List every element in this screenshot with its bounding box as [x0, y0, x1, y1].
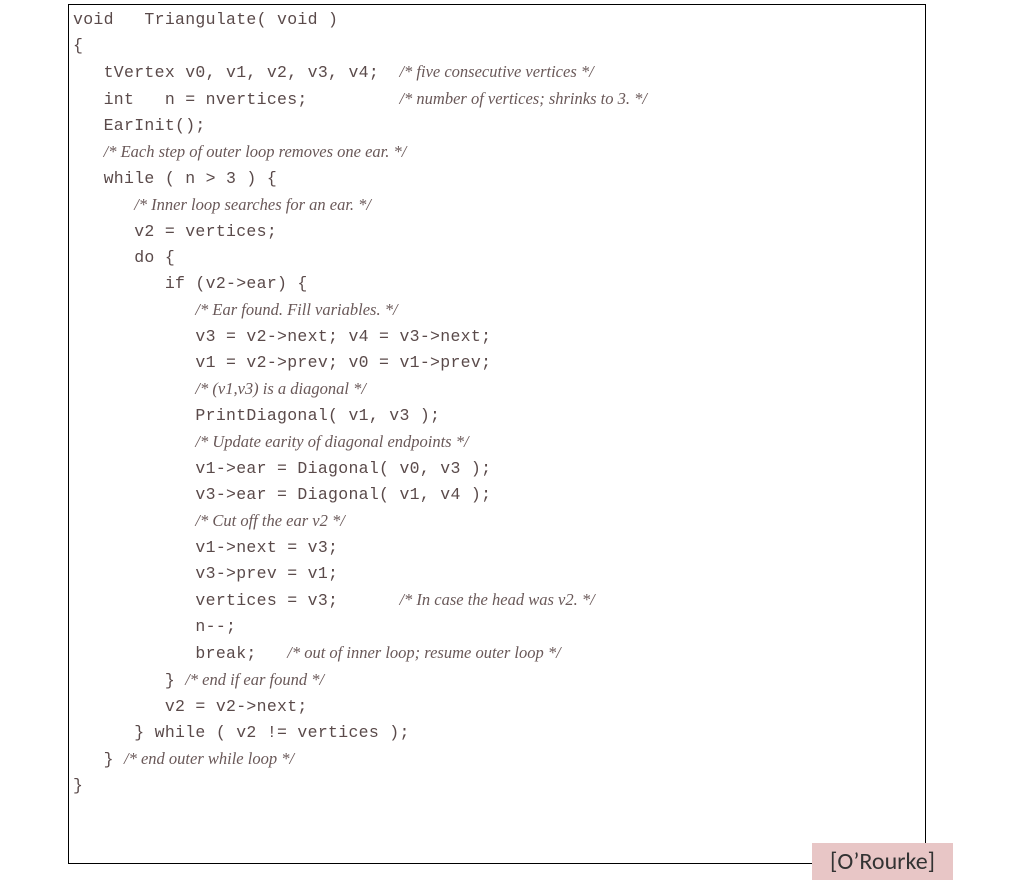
code-comment: /* Inner loop searches for an ear. */ — [134, 195, 371, 214]
code-line: if (v2->ear) { — [73, 271, 921, 297]
code-line: } /* end if ear found */ — [73, 667, 921, 694]
code-comment: /* out of inner loop; resume outer loop … — [287, 643, 560, 662]
code-comment: /* (v1,v3) is a diagonal */ — [195, 379, 365, 398]
code-line: vertices = v3; /* In case the head was v… — [73, 587, 921, 614]
code-text: EarInit(); — [73, 116, 206, 135]
code-text: void Triangulate( void ) — [73, 10, 338, 29]
code-comment: /* number of vertices; shrinks to 3. */ — [399, 89, 646, 108]
code-line: void Triangulate( void ) — [73, 7, 921, 33]
code-text: v3->ear = Diagonal( v1, v4 ); — [73, 485, 491, 504]
code-text: while ( n > 3 ) { — [73, 169, 277, 188]
code-text: break; — [73, 644, 287, 663]
code-line: n--; — [73, 614, 921, 640]
code-text: } — [73, 671, 185, 690]
code-line: while ( n > 3 ) { — [73, 166, 921, 192]
code-text — [73, 196, 134, 215]
code-comment: /* five consecutive vertices */ — [399, 62, 593, 81]
code-text: do { — [73, 248, 175, 267]
code-line: /* Cut off the ear v2 */ — [73, 508, 921, 535]
code-comment: /* end if ear found */ — [185, 670, 324, 689]
code-line: } /* end outer while loop */ — [73, 746, 921, 773]
code-line: } while ( v2 != vertices ); — [73, 720, 921, 746]
code-line: v3->prev = v1; — [73, 561, 921, 587]
code-line: { — [73, 33, 921, 59]
code-text — [73, 512, 195, 531]
code-text — [73, 143, 104, 162]
code-comment: /* end outer while loop */ — [124, 749, 294, 768]
code-text: { — [73, 36, 83, 55]
code-text: vertices = v3; — [73, 591, 399, 610]
code-line: /* (v1,v3) is a diagonal */ — [73, 376, 921, 403]
code-line: EarInit(); — [73, 113, 921, 139]
code-text: v1->next = v3; — [73, 538, 338, 557]
code-text: if (v2->ear) { — [73, 274, 308, 293]
code-text — [73, 380, 195, 399]
code-comment: /* Ear found. Fill variables. */ — [195, 300, 397, 319]
code-comment: /* Cut off the ear v2 */ — [195, 511, 344, 530]
code-line: tVertex v0, v1, v2, v3, v4; /* five cons… — [73, 59, 921, 86]
code-line: } — [73, 773, 921, 799]
code-line: /* Each step of outer loop removes one e… — [73, 139, 921, 166]
code-line: v1->ear = Diagonal( v0, v3 ); — [73, 456, 921, 482]
code-line: /* Ear found. Fill variables. */ — [73, 297, 921, 324]
code-comment: /* Update earity of diagonal endpoints *… — [195, 432, 468, 451]
code-line: PrintDiagonal( v1, v3 ); — [73, 403, 921, 429]
code-text: int n = nvertices; — [73, 90, 399, 109]
code-text: v3->prev = v1; — [73, 564, 338, 583]
code-text: v3 = v2->next; v4 = v3->next; — [73, 327, 491, 346]
code-line: v3->ear = Diagonal( v1, v4 ); — [73, 482, 921, 508]
code-text: v2 = v2->next; — [73, 697, 308, 716]
code-line: v3 = v2->next; v4 = v3->next; — [73, 324, 921, 350]
code-line: v1->next = v3; — [73, 535, 921, 561]
code-comment: /* Each step of outer loop removes one e… — [104, 142, 407, 161]
code-text: n--; — [73, 617, 236, 636]
code-listing-box: void Triangulate( void ) { tVertex v0, v… — [68, 4, 926, 864]
code-comment: /* In case the head was v2. */ — [399, 590, 594, 609]
citation-label: [O’Rourke] — [812, 843, 953, 880]
code-text: } while ( v2 != vertices ); — [73, 723, 410, 742]
code-line: do { — [73, 245, 921, 271]
code-text: } — [73, 750, 124, 769]
code-line: v2 = vertices; — [73, 219, 921, 245]
code-text: tVertex v0, v1, v2, v3, v4; — [73, 63, 399, 82]
code-text: v1 = v2->prev; v0 = v1->prev; — [73, 353, 491, 372]
code-line: int n = nvertices; /* number of vertices… — [73, 86, 921, 113]
code-text — [73, 433, 195, 452]
code-line: v2 = v2->next; — [73, 694, 921, 720]
code-text: v2 = vertices; — [73, 222, 277, 241]
code-line: break; /* out of inner loop; resume oute… — [73, 640, 921, 667]
code-line: /* Inner loop searches for an ear. */ — [73, 192, 921, 219]
code-line: v1 = v2->prev; v0 = v1->prev; — [73, 350, 921, 376]
code-text — [73, 301, 195, 320]
code-text: v1->ear = Diagonal( v0, v3 ); — [73, 459, 491, 478]
code-line: /* Update earity of diagonal endpoints *… — [73, 429, 921, 456]
code-text: } — [73, 776, 83, 795]
code-text: PrintDiagonal( v1, v3 ); — [73, 406, 440, 425]
